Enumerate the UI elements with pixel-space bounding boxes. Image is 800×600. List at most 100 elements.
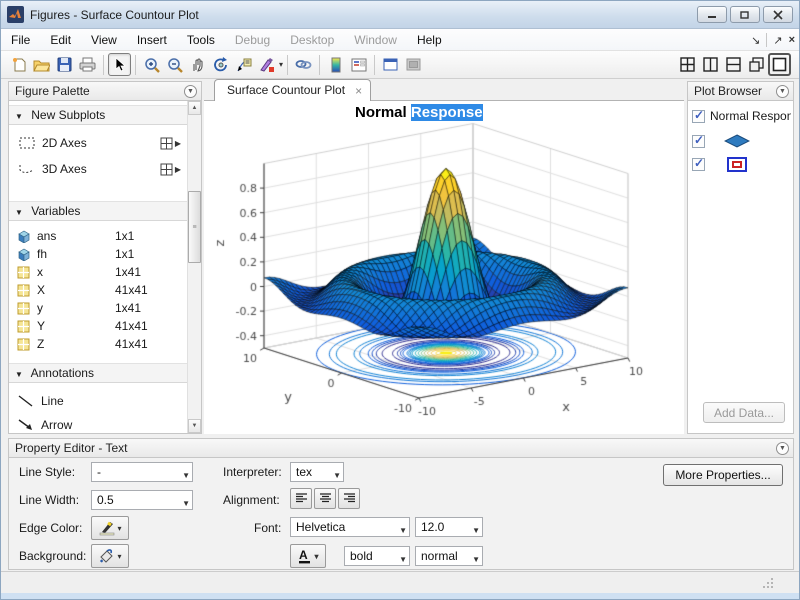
subplot-grid-icon[interactable] bbox=[160, 163, 173, 176]
line-style-combo[interactable]: - ▼ bbox=[91, 462, 193, 482]
palette-item-2d-axes[interactable]: 2D Axes ▶ bbox=[9, 131, 187, 155]
dock-figure-icon[interactable]: ↘ bbox=[751, 34, 760, 47]
palette-item-3d-axes[interactable]: 3D Axes ▶ bbox=[9, 157, 187, 181]
plot-browser-item-axes[interactable]: ✓ Normal Respons bbox=[692, 109, 791, 123]
brush-dropdown-caret[interactable]: ▾ bbox=[279, 60, 283, 69]
plot-title-text[interactable]: Normal bbox=[355, 104, 411, 121]
show-plot-tools-button[interactable] bbox=[402, 53, 425, 76]
panel-menu-icon[interactable]: ▼ bbox=[776, 442, 789, 455]
close-tool-icon[interactable]: × bbox=[789, 34, 795, 46]
edge-color-button[interactable]: ▾ bbox=[91, 516, 129, 540]
dropdown-caret-icon[interactable]: ▾ bbox=[117, 524, 121, 533]
menu-desktop[interactable]: Desktop bbox=[280, 29, 344, 51]
dropdown-caret-icon[interactable]: ▾ bbox=[117, 552, 121, 561]
dropdown-caret-icon[interactable]: ▾ bbox=[314, 552, 318, 561]
tile-vertical-button[interactable] bbox=[699, 53, 722, 76]
insert-legend-button[interactable] bbox=[347, 53, 370, 76]
undock-icon[interactable]: ↗ bbox=[773, 34, 782, 47]
plot-browser-item-contour[interactable]: ✓ bbox=[692, 157, 791, 172]
panel-menu-icon[interactable]: ▼ bbox=[776, 85, 789, 98]
combo-arrow-icon[interactable]: ▼ bbox=[472, 551, 480, 569]
link-plot-button[interactable] bbox=[292, 53, 315, 76]
chevron-right-icon[interactable]: ▶ bbox=[175, 139, 181, 148]
save-figure-button[interactable] bbox=[53, 53, 76, 76]
combo-arrow-icon[interactable]: ▼ bbox=[182, 467, 190, 485]
zoom-in-button[interactable] bbox=[140, 53, 163, 76]
rotate-3d-button[interactable] bbox=[209, 53, 232, 76]
combo-arrow-icon[interactable]: ▼ bbox=[333, 467, 341, 485]
resize-grip-icon[interactable] bbox=[763, 578, 775, 590]
font-weight-combo[interactable]: bold ▼ bbox=[344, 546, 410, 566]
combo-arrow-icon[interactable]: ▼ bbox=[472, 522, 480, 540]
plot-browser-item-surface[interactable]: ✓ bbox=[692, 133, 791, 149]
close-button[interactable] bbox=[763, 6, 793, 23]
menu-debug[interactable]: Debug bbox=[225, 29, 280, 51]
tab-close-icon[interactable]: × bbox=[355, 85, 362, 97]
align-center-button[interactable] bbox=[314, 488, 336, 509]
checkbox-checked[interactable]: ✓ bbox=[692, 133, 705, 148]
plot-title-editor[interactable]: Normal Response bbox=[352, 103, 486, 122]
hide-plot-tools-button[interactable] bbox=[379, 53, 402, 76]
open-file-button[interactable] bbox=[30, 53, 53, 76]
align-left-button[interactable] bbox=[290, 488, 312, 509]
subplot-grid-icon[interactable] bbox=[160, 137, 173, 150]
scroll-up-icon[interactable]: ▲ bbox=[188, 101, 201, 115]
variable-row-fh[interactable]: fh 1x1 bbox=[9, 245, 187, 263]
add-data-button[interactable]: Add Data... bbox=[703, 402, 785, 423]
scroll-down-icon[interactable]: ▼ bbox=[188, 419, 201, 433]
new-figure-button[interactable] bbox=[7, 53, 30, 76]
variable-row-y[interactable]: y 1x41 bbox=[9, 299, 187, 317]
brush-data-button[interactable] bbox=[255, 53, 278, 76]
menu-window[interactable]: Window bbox=[344, 29, 407, 51]
variable-row-x[interactable]: x 1x41 bbox=[9, 263, 187, 281]
titlebar[interactable]: Figures - Surface Countour Plot bbox=[1, 1, 799, 29]
line-width-combo[interactable]: 0.5 ▼ bbox=[91, 490, 193, 510]
variable-row-Y[interactable]: Y 41x41 bbox=[9, 317, 187, 335]
variable-row-Z[interactable]: Z 41x41 bbox=[9, 335, 187, 353]
float-figures-button[interactable] bbox=[745, 53, 768, 76]
surface-plot-canvas[interactable] bbox=[204, 101, 684, 434]
maximize-figure-button[interactable] bbox=[768, 53, 791, 76]
font-size-combo[interactable]: 12.0 ▼ bbox=[415, 517, 483, 537]
combo-arrow-icon[interactable]: ▼ bbox=[399, 551, 407, 569]
tile-horizontal-button[interactable] bbox=[722, 53, 745, 76]
menu-help[interactable]: Help bbox=[407, 29, 452, 51]
pan-hand-button[interactable] bbox=[186, 53, 209, 76]
figure-palette-scrollbar[interactable]: ▲ ≡ ▼ bbox=[187, 101, 201, 433]
tab-surface-contour-plot[interactable]: Surface Countour Plot × bbox=[214, 79, 372, 101]
data-cursor-button[interactable] bbox=[232, 53, 255, 76]
section-new-subplots[interactable]: ▼ New Subplots bbox=[9, 105, 187, 125]
plot-title-selected-text[interactable]: Response bbox=[410, 104, 483, 121]
variable-row-X[interactable]: X 41x41 bbox=[9, 281, 187, 299]
font-angle-combo[interactable]: normal ▼ bbox=[415, 546, 483, 566]
scroll-thumb[interactable]: ≡ bbox=[188, 191, 201, 263]
interpreter-combo[interactable]: tex ▼ bbox=[290, 462, 344, 482]
more-properties-button[interactable]: More Properties... bbox=[663, 464, 783, 486]
font-color-button[interactable]: A ▾ bbox=[290, 544, 326, 568]
tile-figures-button[interactable] bbox=[676, 53, 699, 76]
chevron-right-icon[interactable]: ▶ bbox=[175, 165, 181, 174]
menu-tools[interactable]: Tools bbox=[177, 29, 225, 51]
checkbox-checked[interactable]: ✓ bbox=[692, 157, 705, 171]
annotation-item-arrow[interactable]: Arrow bbox=[9, 413, 187, 433]
combo-arrow-icon[interactable]: ▼ bbox=[399, 522, 407, 540]
align-right-button[interactable] bbox=[338, 488, 360, 509]
annotation-item-line[interactable]: Line bbox=[9, 389, 187, 413]
pointer-tool-button[interactable] bbox=[108, 53, 131, 76]
menu-edit[interactable]: Edit bbox=[40, 29, 81, 51]
checkbox-checked[interactable]: ✓ bbox=[692, 109, 705, 123]
background-color-button[interactable]: ▾ bbox=[91, 544, 129, 568]
section-variables[interactable]: ▼ Variables bbox=[9, 201, 187, 221]
menu-insert[interactable]: Insert bbox=[127, 29, 177, 51]
minimize-button[interactable] bbox=[697, 6, 727, 23]
menu-file[interactable]: File bbox=[1, 29, 40, 51]
variable-row-ans[interactable]: ans 1x1 bbox=[9, 227, 187, 245]
print-figure-button[interactable] bbox=[76, 53, 99, 76]
insert-colorbar-button[interactable] bbox=[324, 53, 347, 76]
panel-menu-icon[interactable]: ▼ bbox=[184, 85, 197, 98]
font-family-combo[interactable]: Helvetica ▼ bbox=[290, 517, 410, 537]
section-annotations[interactable]: ▼ Annotations bbox=[9, 363, 187, 383]
zoom-out-button[interactable] bbox=[163, 53, 186, 76]
restore-button[interactable] bbox=[730, 6, 760, 23]
menu-view[interactable]: View bbox=[81, 29, 127, 51]
